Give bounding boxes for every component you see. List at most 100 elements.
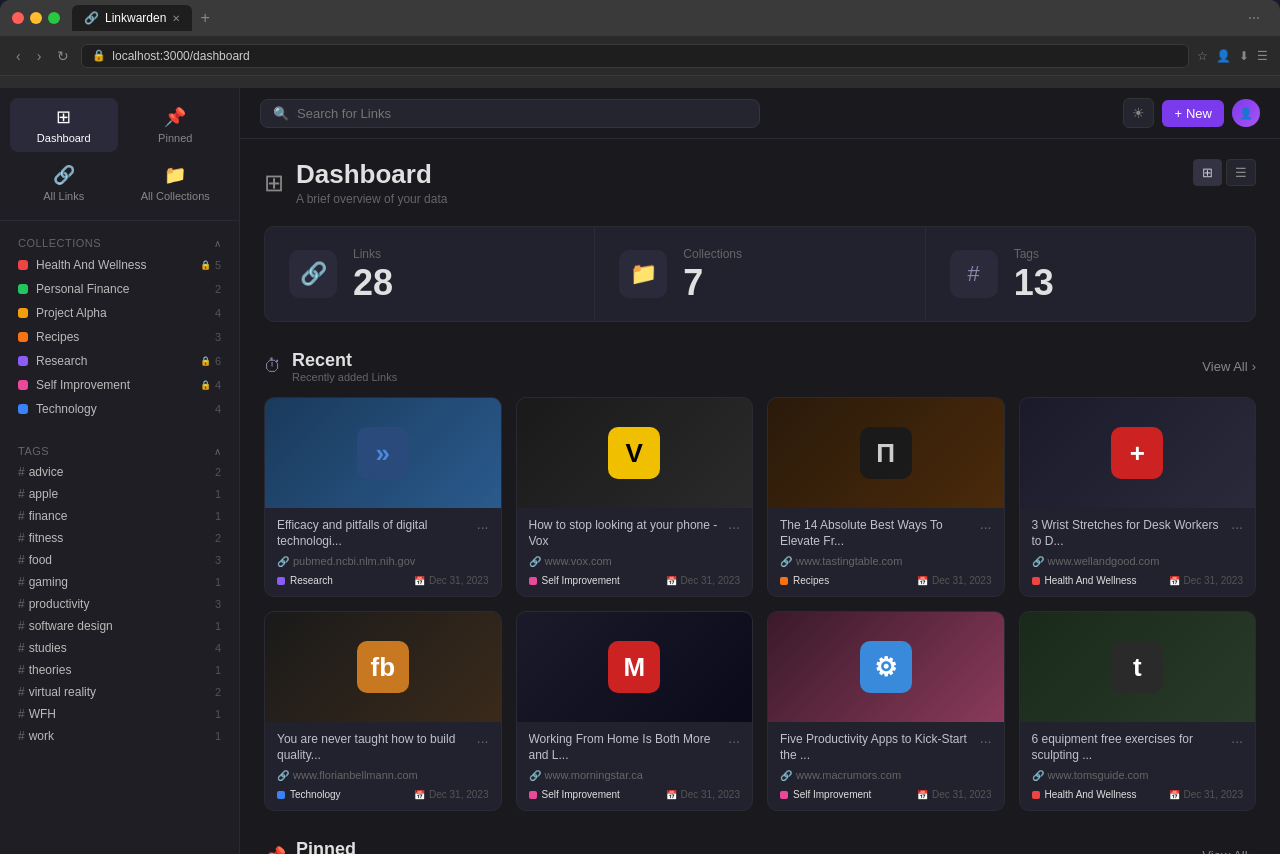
menu-icon[interactable]: ☰ (1257, 49, 1268, 63)
collection-count: 4 (215, 403, 221, 415)
date-text: Dec 31, 2023 (1184, 789, 1244, 800)
calendar-icon: 📅 (1169, 790, 1180, 800)
link-card[interactable]: ⚙ Five Productivity Apps to Kick-Start t… (767, 611, 1005, 811)
refresh-button[interactable]: ↻ (53, 46, 73, 66)
tag-item-apple[interactable]: # apple 1 (10, 483, 229, 505)
extensions-icon[interactable]: ⬇ (1239, 49, 1249, 63)
maximize-window-button[interactable] (48, 12, 60, 24)
card-menu-icon[interactable]: ··· (728, 732, 740, 750)
collection-item-project-alpha[interactable]: Project Alpha 4 (10, 301, 229, 325)
tag-item-work[interactable]: # work 1 (10, 725, 229, 747)
theme-toggle-button[interactable]: ☀ (1123, 98, 1154, 128)
tag-name: gaming (29, 575, 68, 589)
sidebar-item-all-collections[interactable]: 📁 All Collections (122, 156, 230, 210)
minimize-window-button[interactable] (30, 12, 42, 24)
link-card[interactable]: M Working From Home Is Both More and L..… (516, 611, 754, 811)
tag-item-studies[interactable]: # studies 4 (10, 637, 229, 659)
date-text: Dec 31, 2023 (429, 789, 489, 800)
new-tab-button[interactable]: + (200, 9, 209, 27)
count-value: 2 (215, 283, 221, 295)
recent-view-all[interactable]: View All › (1202, 359, 1256, 374)
collections-section: Collections ∧ Health And Wellness 🔒 5 Pe… (0, 221, 239, 429)
user-avatar[interactable]: 👤 (1232, 99, 1260, 127)
tag-item-food[interactable]: # food 3 (10, 549, 229, 571)
link-card[interactable]: V How to stop looking at your phone - Vo… (516, 397, 754, 597)
card-thumbnail: + (1020, 398, 1256, 508)
card-menu-icon[interactable]: ··· (477, 732, 489, 750)
sidebar-item-pinned[interactable]: 📌 Pinned (122, 98, 230, 152)
tag-item-fitness[interactable]: # fitness 2 (10, 527, 229, 549)
tag-item-advice[interactable]: # advice 2 (10, 461, 229, 483)
stat-icon: 📁 (619, 250, 667, 298)
tag-count: 2 (215, 466, 221, 478)
card-url: 🔗 www.florianbellmann.com (277, 769, 489, 781)
grid-view-button[interactable]: ⊞ (1193, 159, 1222, 186)
link-card[interactable]: + 3 Wrist Stretches for Desk Workers to … (1019, 397, 1257, 597)
collection-color-dot (18, 308, 28, 318)
card-collection-tag: Research (277, 575, 333, 586)
card-menu-icon[interactable]: ··· (477, 518, 489, 536)
card-menu-icon[interactable]: ··· (980, 732, 992, 750)
tag-item-gaming[interactable]: # gaming 1 (10, 571, 229, 593)
tags-chevron-icon[interactable]: ∧ (214, 446, 222, 457)
list-view-button[interactable]: ☰ (1226, 159, 1256, 186)
active-tab[interactable]: 🔗 Linkwarden ✕ (72, 5, 192, 31)
collections-chevron-icon[interactable]: ∧ (214, 238, 222, 249)
tag-item-wfh[interactable]: # WFH 1 (10, 703, 229, 725)
tag-item-virtual-reality[interactable]: # virtual reality 2 (10, 681, 229, 703)
link-card[interactable]: Π The 14 Absolute Best Ways To Elevate F… (767, 397, 1005, 597)
collection-item-health-and-wellness[interactable]: Health And Wellness 🔒 5 (10, 253, 229, 277)
card-body: 6 equipment free exercises for sculpting… (1020, 722, 1256, 810)
tab-close-button[interactable]: ✕ (172, 13, 180, 24)
card-menu-icon[interactable]: ··· (980, 518, 992, 536)
link-card[interactable]: t 6 equipment free exercises for sculpti… (1019, 611, 1257, 811)
collection-item-technology[interactable]: Technology 4 (10, 397, 229, 421)
card-menu-icon[interactable]: ··· (1231, 518, 1243, 536)
card-title: 3 Wrist Stretches for Desk Workers to D.… (1032, 518, 1244, 549)
pin-section-icon: 📌 (264, 845, 286, 854)
view-toggle: ⊞ ☰ (1193, 159, 1256, 186)
tag-item-productivity[interactable]: # productivity 3 (10, 593, 229, 615)
link-card[interactable]: fb You are never taught how to build qua… (264, 611, 502, 811)
tag-item-software-design[interactable]: # software design 1 (10, 615, 229, 637)
card-date: 📅 Dec 31, 2023 (917, 575, 992, 586)
search-box[interactable]: 🔍 (260, 99, 760, 128)
sidebar-nav: ⊞ Dashboard 📌 Pinned 🔗 All Links 📁 All C… (0, 88, 239, 221)
search-input[interactable] (297, 106, 747, 121)
thumbnail-overlay: t (1020, 612, 1256, 722)
pin-icon: 📌 (164, 106, 186, 128)
tags-header: Tags ∧ (10, 437, 229, 461)
recent-subtitle: Recently added Links (292, 371, 397, 383)
card-menu-icon[interactable]: ··· (728, 518, 740, 536)
collection-item-research[interactable]: Research 🔒 6 (10, 349, 229, 373)
profile-icon[interactable]: 👤 (1216, 49, 1231, 63)
tag-item-finance[interactable]: # finance 1 (10, 505, 229, 527)
collection-item-personal-finance[interactable]: Personal Finance 2 (10, 277, 229, 301)
forward-button[interactable]: › (33, 46, 46, 66)
title-bar: 🔗 Linkwarden ✕ + ⋯ (0, 0, 1280, 36)
address-bar[interactable]: 🔒 localhost:3000/dashboard (81, 44, 1189, 68)
collection-item-recipes[interactable]: Recipes 3 (10, 325, 229, 349)
count-value: 3 (215, 331, 221, 343)
link-icon: 🔗 (53, 164, 75, 186)
stat-value: 13 (1014, 265, 1054, 301)
sidebar-item-all-links[interactable]: 🔗 All Links (10, 156, 118, 210)
pinned-title-text: Pinned Your pinned Links (296, 839, 383, 854)
pinned-view-all[interactable]: View All › (1202, 848, 1256, 854)
link-card[interactable]: » Efficacy and pitfalls of digital techn… (264, 397, 502, 597)
card-menu-icon[interactable]: ··· (1231, 732, 1243, 750)
collection-item-self-improvement[interactable]: Self Improvement 🔒 4 (10, 373, 229, 397)
add-new-button[interactable]: + New (1162, 100, 1224, 127)
tag-item-theories[interactable]: # theories 1 (10, 659, 229, 681)
bookmark-icon[interactable]: ☆ (1197, 49, 1208, 63)
back-button[interactable]: ‹ (12, 46, 25, 66)
collection-name: Self Improvement (542, 575, 620, 586)
tag-left: # apple (18, 487, 58, 501)
card-title: How to stop looking at your phone - Vox … (529, 518, 741, 549)
card-footer: Health And Wellness 📅 Dec 31, 2023 (1032, 575, 1244, 586)
close-window-button[interactable] (12, 12, 24, 24)
collection-dot (1032, 791, 1040, 799)
sidebar-item-dashboard[interactable]: ⊞ Dashboard (10, 98, 118, 152)
hash-icon: # (18, 553, 25, 567)
url-text: www.morningstar.ca (545, 769, 643, 781)
